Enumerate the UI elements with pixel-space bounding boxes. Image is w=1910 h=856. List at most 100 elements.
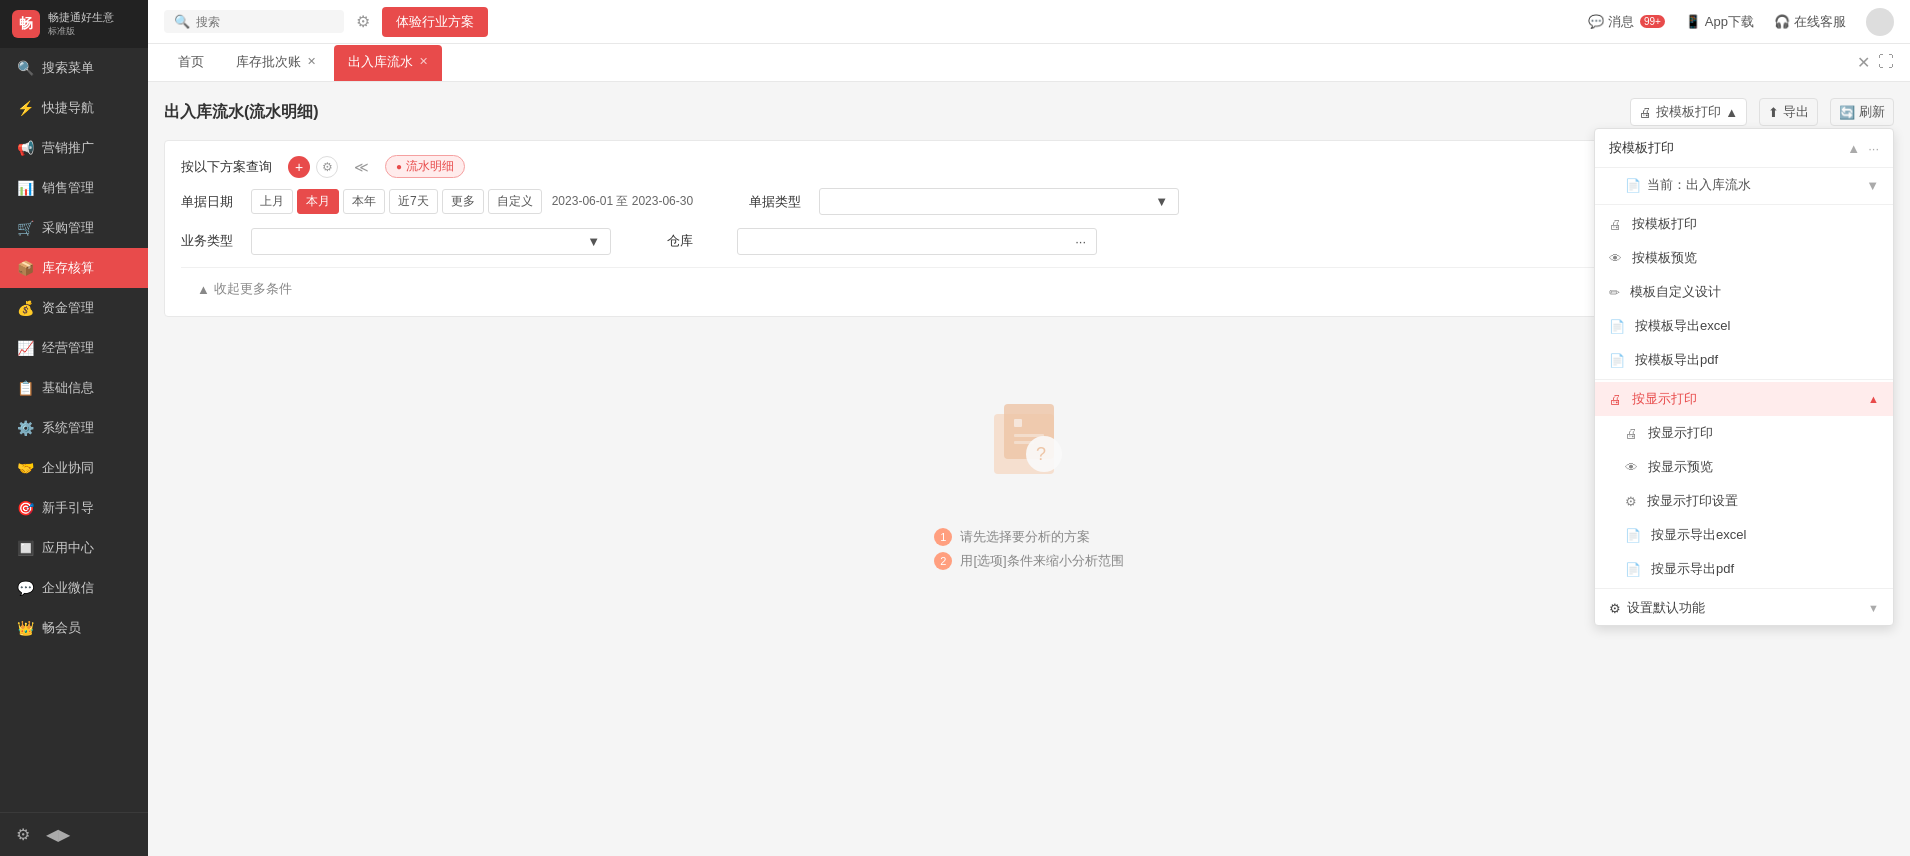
display-export-excel-label: 按显示导出excel: [1651, 526, 1746, 544]
sidebar: 畅 畅捷通好生意 标准版 🔍 搜索菜单 ⚡ 快捷导航 📢 营销推广 📊 销售管理…: [0, 0, 148, 856]
online-service-btn[interactable]: 🎧 在线客服: [1774, 13, 1846, 31]
topbar: 🔍 ⚙ 体验行业方案 💬 消息 99+ 📱 App下载 🎧 在线客服: [148, 0, 1910, 44]
warehouse-field: 仓库 ···: [667, 228, 1097, 255]
business-type-field: 业务类型 ▼: [181, 228, 611, 255]
export-btn[interactable]: ⬆ 导出: [1759, 98, 1818, 126]
empty-icon: ?: [979, 389, 1079, 508]
date-btn-7days[interactable]: 近7天: [389, 189, 438, 214]
dropdown-template-preview[interactable]: 👁 按模板预览: [1595, 241, 1893, 275]
sidebar-item-purchase[interactable]: 🛒 采购管理: [0, 208, 148, 248]
empty-steps: 1 请先选择要分析的方案 2 用[选项]条件来缩小分析范围: [934, 528, 1123, 570]
sidebar-item-basic[interactable]: 📋 基础信息: [0, 368, 148, 408]
dropdown-current-template[interactable]: 📄 当前：出入库流水 ▼: [1595, 168, 1893, 202]
tab-home[interactable]: 首页: [164, 45, 218, 81]
filter-add-btn[interactable]: +: [288, 156, 310, 178]
user-avatar[interactable]: [1866, 8, 1894, 36]
date-btn-custom[interactable]: 自定义: [488, 189, 542, 214]
dropdown-title: 按模板打印: [1609, 139, 1674, 157]
sidebar-item-quicknav[interactable]: ⚡ 快捷导航: [0, 88, 148, 128]
tab-maximize-icon[interactable]: ⛶: [1878, 53, 1894, 72]
search-icon: 🔍: [16, 60, 34, 76]
topbar-search-box[interactable]: 🔍: [164, 10, 344, 33]
dropdown-display-print-section[interactable]: 🖨 按显示打印 ▲: [1595, 382, 1893, 416]
dropdown-template-export-pdf[interactable]: 📄 按模板导出pdf: [1595, 343, 1893, 377]
dropdown-template-export-excel[interactable]: 📄 按模板导出excel: [1595, 309, 1893, 343]
dropdown-display-export-excel[interactable]: 📄 按显示导出excel: [1595, 518, 1893, 552]
empty-step-2-text: 用[选项]条件来缩小分析范围: [960, 552, 1123, 570]
export-icon: ⬆: [1768, 105, 1779, 120]
sidebar-item-collab[interactable]: 🤝 企业协同: [0, 448, 148, 488]
dropdown-template-custom[interactable]: ✏ 模板自定义设计: [1595, 275, 1893, 309]
dropdown-display-export-pdf[interactable]: 📄 按显示导出pdf: [1595, 552, 1893, 586]
business-type-select[interactable]: ▼: [251, 228, 611, 255]
tab-flow[interactable]: 出入库流水 ✕: [334, 45, 442, 81]
display-print-settings-icon: ⚙: [1625, 494, 1637, 509]
dropdown-footer[interactable]: ⚙ 设置默认功能 ▼: [1595, 591, 1893, 625]
date-btn-this-month[interactable]: 本月: [297, 189, 339, 214]
topbar-search-input[interactable]: [196, 15, 316, 29]
tab-batch[interactable]: 库存批次账 ✕: [222, 45, 330, 81]
voucher-type-select[interactable]: ▼: [819, 188, 1179, 215]
empty-step-1: 1 请先选择要分析的方案: [934, 528, 1123, 546]
date-btn-this-year[interactable]: 本年: [343, 189, 385, 214]
print-dropdown: 按模板打印 ▲ ··· 📄 当前：出入库流水 ▼ 🖨 按模板打印 👁 按模板预览: [1594, 128, 1894, 626]
svg-rect-3: [1014, 434, 1044, 437]
filter-label: 按以下方案查询: [181, 158, 272, 176]
sidebar-item-guide[interactable]: 🎯 新手引导: [0, 488, 148, 528]
tab-restore-icon[interactable]: ✕: [1857, 53, 1870, 72]
logo: 畅 畅捷通好生意 标准版: [0, 0, 148, 48]
logo-icon: 畅: [12, 10, 40, 38]
warehouse-ellipsis-icon: ···: [1075, 234, 1086, 249]
date-btn-more[interactable]: 更多: [442, 189, 484, 214]
collapse-more-btn[interactable]: ▲ 收起更多条件: [181, 276, 308, 302]
template-preview-icon: 👁: [1609, 251, 1622, 266]
sidebar-settings-icon[interactable]: ⚙: [16, 825, 30, 844]
warehouse-select[interactable]: ···: [737, 228, 1097, 255]
sidebar-item-apps[interactable]: 🔲 应用中心: [0, 528, 148, 568]
collab-icon: 🤝: [16, 460, 34, 476]
guide-icon: 🎯: [16, 500, 34, 516]
sidebar-item-marketing[interactable]: 📢 营销推广: [0, 128, 148, 168]
basic-icon: 📋: [16, 380, 34, 396]
refresh-btn[interactable]: 🔄 刷新: [1830, 98, 1894, 126]
messages-btn[interactable]: 💬 消息 99+: [1588, 13, 1665, 31]
sidebar-item-operations[interactable]: 📈 经营管理: [0, 328, 148, 368]
dropdown-header: 按模板打印 ▲ ···: [1595, 129, 1893, 168]
filter-collapse-icon[interactable]: ≪: [354, 159, 369, 175]
sidebar-item-search[interactable]: 🔍 搜索菜单: [0, 48, 148, 88]
purchase-icon: 🛒: [16, 220, 34, 236]
dropdown-display-print[interactable]: 🖨 按显示打印: [1595, 416, 1893, 450]
template-print-label: 按模板打印: [1632, 215, 1697, 233]
dropdown-template-print[interactable]: 🖨 按模板打印: [1595, 207, 1893, 241]
filter-tag-label: 流水明细: [406, 158, 454, 175]
step-num-1: 1: [934, 528, 952, 546]
page-header: 出入库流水(流水明细) 🖨 按模板打印 ▲ ⬆ 导出 🔄 刷新: [164, 98, 1894, 126]
sidebar-item-sales[interactable]: 📊 销售管理: [0, 168, 148, 208]
sidebar-item-wechat[interactable]: 💬 企业微信: [0, 568, 148, 608]
filter-settings-btn[interactable]: ⚙: [316, 156, 338, 178]
sidebar-collapse-icon[interactable]: ◀▶: [46, 825, 70, 844]
display-print-label: 按显示打印: [1648, 424, 1713, 442]
footer-icon: ⚙: [1609, 601, 1621, 616]
tab-batch-close-icon[interactable]: ✕: [307, 55, 316, 68]
sidebar-item-member[interactable]: 👑 畅会员: [0, 608, 148, 648]
print-btn[interactable]: 🖨 按模板打印 ▲: [1630, 98, 1747, 126]
headset-icon: 🎧: [1774, 14, 1790, 29]
current-template-label: 当前：出入库流水: [1647, 176, 1751, 194]
scroll-down-icon[interactable]: ···: [1868, 141, 1879, 156]
date-btn-last-month[interactable]: 上月: [251, 189, 293, 214]
tab-flow-close-icon[interactable]: ✕: [419, 55, 428, 68]
template-custom-icon: ✏: [1609, 285, 1620, 300]
sidebar-item-system[interactable]: ⚙️ 系统管理: [0, 408, 148, 448]
sidebar-bottom: ⚙ ◀▶: [0, 812, 148, 856]
sidebar-item-finance[interactable]: 💰 资金管理: [0, 288, 148, 328]
dropdown-display-preview[interactable]: 👁 按显示预览: [1595, 450, 1893, 484]
topbar-gear-icon[interactable]: ⚙: [356, 12, 370, 31]
dropdown-display-print-settings[interactable]: ⚙ 按显示打印设置: [1595, 484, 1893, 518]
system-icon: ⚙️: [16, 420, 34, 436]
app-download-btn[interactable]: 📱 App下载: [1685, 13, 1754, 31]
industry-btn[interactable]: 体验行业方案: [382, 7, 488, 37]
sidebar-item-inventory[interactable]: 📦 库存核算: [0, 248, 148, 288]
sales-icon: 📊: [16, 180, 34, 196]
scroll-up-icon[interactable]: ▲: [1847, 141, 1860, 156]
